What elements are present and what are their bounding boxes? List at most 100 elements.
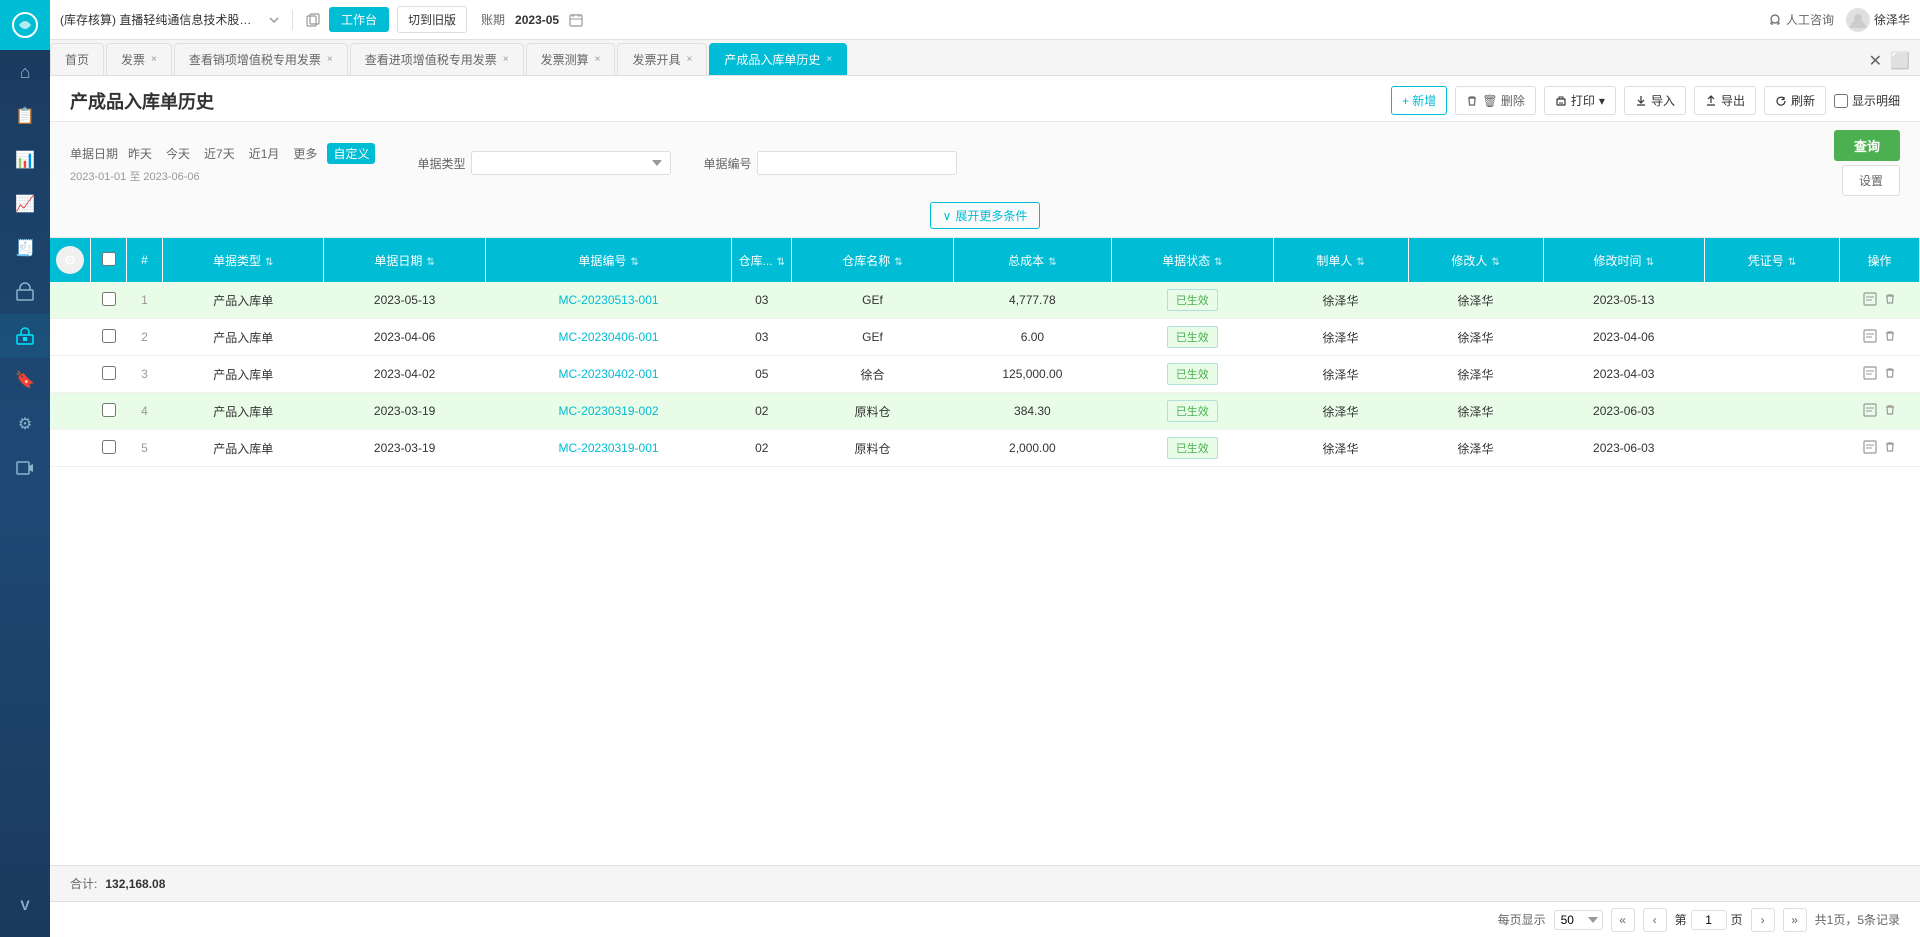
page-number-input[interactable] xyxy=(1691,910,1727,930)
tab-product-inbound-close[interactable]: × xyxy=(826,54,832,65)
sidebar-item-book[interactable]: 📊 xyxy=(0,138,50,182)
import-button[interactable]: 导入 xyxy=(1624,86,1686,115)
col-number[interactable]: 单据编号⇅ xyxy=(485,238,731,282)
date-filter-group: 单据日期 昨天 今天 近7天 近1月 更多 自定义 2023-01-01 至 2… xyxy=(70,143,375,184)
row-number[interactable]: MC-20230319-001 xyxy=(485,430,731,467)
action-icons xyxy=(1846,292,1914,309)
row-edit-icon[interactable] xyxy=(1863,292,1877,309)
export-button[interactable]: 导出 xyxy=(1694,86,1756,115)
row-number[interactable]: MC-20230402-001 xyxy=(485,356,731,393)
row-edit-icon[interactable] xyxy=(1863,329,1877,346)
row-delete-icon[interactable] xyxy=(1883,403,1897,420)
col-warehouse-name[interactable]: 仓库名称⇅ xyxy=(792,238,953,282)
col-total-cost[interactable]: 总成本⇅ xyxy=(953,238,1111,282)
row-type: 产品入库单 xyxy=(163,393,324,430)
row-edit-icon[interactable] xyxy=(1863,366,1877,383)
row-creator: 徐泽华 xyxy=(1273,393,1408,430)
tab-invoice-close[interactable]: × xyxy=(151,54,157,65)
tab-check-purchase[interactable]: 查看进项增值税专用发票 × xyxy=(350,43,524,75)
col-warehouse-code[interactable]: 仓库...⇅ xyxy=(732,238,792,282)
refresh-button[interactable]: 刷新 xyxy=(1764,86,1826,115)
switch-version-button[interactable]: 切到旧版 xyxy=(397,6,467,33)
col-modify-time[interactable]: 修改时间⇅ xyxy=(1543,238,1704,282)
window-restore-icon[interactable]: ⬜ xyxy=(1890,51,1910,71)
tab-invoice-calc[interactable]: 发票测算 × xyxy=(526,43,616,75)
first-page-button[interactable]: « xyxy=(1611,908,1635,932)
date-link-more[interactable]: 更多 xyxy=(289,143,321,164)
date-link-yesterday[interactable]: 昨天 xyxy=(124,143,156,164)
service-button[interactable]: 人工咨询 xyxy=(1768,11,1834,28)
sidebar-item-doc[interactable]: 📋 xyxy=(0,94,50,138)
row-delete-icon[interactable] xyxy=(1883,329,1897,346)
prev-page-button[interactable]: ‹ xyxy=(1643,908,1667,932)
col-settings[interactable]: ⚙ xyxy=(50,238,91,282)
row-select-checkbox[interactable] xyxy=(102,403,116,417)
type-filter-select[interactable]: 产品入库单 xyxy=(471,151,671,175)
last-page-button[interactable]: » xyxy=(1783,908,1807,932)
tab-invoice-open-close[interactable]: × xyxy=(686,54,692,65)
row-number[interactable]: MC-20230406-001 xyxy=(485,319,731,356)
calendar-icon[interactable] xyxy=(569,13,583,27)
type-filter-group: 单据类型 产品入库单 xyxy=(417,151,671,175)
tab-invoice[interactable]: 发票 × xyxy=(106,43,172,75)
row-select-checkbox[interactable] xyxy=(102,292,116,306)
sidebar-item-version[interactable]: V xyxy=(0,883,50,927)
tab-check-purchase-close[interactable]: × xyxy=(503,54,509,65)
workbench-button[interactable]: 工作台 xyxy=(329,7,389,32)
col-voucher[interactable]: 凭证号⇅ xyxy=(1704,238,1839,282)
sidebar-item-video[interactable] xyxy=(0,446,50,490)
row-edit-icon[interactable] xyxy=(1863,440,1877,457)
tab-invoice-open[interactable]: 发票开具 × xyxy=(617,43,707,75)
delete-button[interactable]: 🗑 删除 xyxy=(1455,86,1536,115)
date-link-7days[interactable]: 近7天 xyxy=(200,143,239,164)
settings-icon[interactable]: ⚙ xyxy=(56,246,84,274)
row-select-checkbox[interactable] xyxy=(102,440,116,454)
col-modifier[interactable]: 修改人⇅ xyxy=(1408,238,1543,282)
date-link-today[interactable]: 今天 xyxy=(162,143,194,164)
setting-button[interactable]: 设置 xyxy=(1842,165,1900,196)
query-button[interactable]: 查询 xyxy=(1834,130,1900,161)
row-number[interactable]: MC-20230513-001 xyxy=(485,282,731,319)
print-button[interactable]: 打印 ▾ xyxy=(1544,86,1616,115)
sidebar-item-tax[interactable]: 🧾 xyxy=(0,226,50,270)
sidebar-item-inventory[interactable] xyxy=(0,314,50,358)
window-close-icon[interactable]: ✕ xyxy=(1869,51,1882,71)
number-filter-input[interactable] xyxy=(757,151,957,175)
sidebar-item-asset[interactable] xyxy=(0,270,50,314)
sidebar-item-settings[interactable]: ⚙ xyxy=(0,402,50,446)
row-edit-icon[interactable] xyxy=(1863,403,1877,420)
col-date[interactable]: 单据日期⇅ xyxy=(324,238,485,282)
row-status: 已生效 xyxy=(1112,393,1273,430)
sidebar-item-home[interactable]: ⌂ xyxy=(0,50,50,94)
sidebar-item-chart[interactable]: 📈 xyxy=(0,182,50,226)
tab-invoice-calc-close[interactable]: × xyxy=(595,54,601,65)
row-delete-icon[interactable] xyxy=(1883,366,1897,383)
date-link-1month[interactable]: 近1月 xyxy=(245,143,284,164)
row-date: 2023-05-13 xyxy=(324,282,485,319)
col-status[interactable]: 单据状态⇅ xyxy=(1112,238,1273,282)
username[interactable]: 徐泽华 xyxy=(1874,11,1910,28)
row-select-checkbox[interactable] xyxy=(102,329,116,343)
row-delete-icon[interactable] xyxy=(1883,292,1897,309)
user-info[interactable]: 徐泽华 xyxy=(1846,8,1910,32)
tab-product-inbound[interactable]: 产成品入库单历史 × xyxy=(709,43,847,75)
tab-invoice-open-label: 发票开具 xyxy=(632,51,680,68)
row-delete-icon[interactable] xyxy=(1883,440,1897,457)
sidebar-item-stamp[interactable]: 🔖 xyxy=(0,358,50,402)
date-link-custom[interactable]: 自定义 xyxy=(327,143,375,164)
show-detail-checkbox[interactable] xyxy=(1834,94,1848,108)
row-select-checkbox[interactable] xyxy=(102,366,116,380)
row-number[interactable]: MC-20230319-002 xyxy=(485,393,731,430)
app-logo[interactable] xyxy=(0,0,50,50)
select-all-checkbox[interactable] xyxy=(102,252,116,266)
per-page-select[interactable]: 20 50 100 xyxy=(1554,910,1603,930)
expand-filter-button[interactable]: ∨ 展开更多条件 xyxy=(930,202,1041,229)
copy-icon[interactable] xyxy=(305,12,321,28)
tab-check-sales-close[interactable]: × xyxy=(327,54,333,65)
tab-check-sales[interactable]: 查看销项增值税专用发票 × xyxy=(174,43,348,75)
col-type[interactable]: 单据类型⇅ xyxy=(163,238,324,282)
new-button[interactable]: + 新增 xyxy=(1391,86,1447,115)
col-creator[interactable]: 制单人⇅ xyxy=(1273,238,1408,282)
tab-home[interactable]: 首页 xyxy=(50,43,104,75)
next-page-button[interactable]: › xyxy=(1751,908,1775,932)
